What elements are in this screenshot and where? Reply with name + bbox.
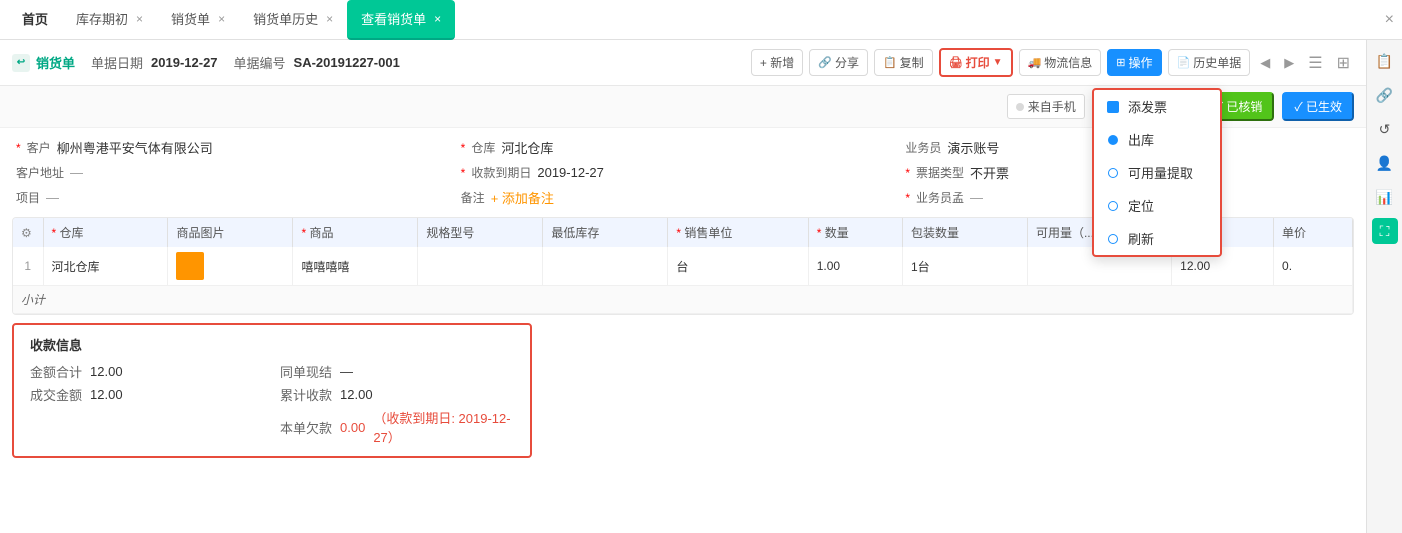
main-content: ↩ 销货单 单据日期 2019-12-27 单据编号 SA-20191227-0… [0,40,1402,533]
tab-bar: 首页 库存期初 × 销货单 × 销货单历史 × 查看销货单 × × [0,0,1402,40]
dropdown-refresh[interactable]: 刷新 [1094,222,1220,255]
add-button[interactable]: + 新增 [751,49,803,76]
refresh-icon [1106,232,1120,246]
close-window[interactable]: × [1385,11,1394,29]
col-quantity: * 数量 [808,218,902,247]
cumulative-row: 累计收款 12.00 [280,385,514,404]
row-no: 1 [13,247,43,286]
sidebar-icon-chart[interactable]: 📊 [1372,184,1398,210]
product-image-thumb [176,252,204,280]
payment-grid: 金额合计 12.00 同单现结 — 成交金额 12.00 累计收款 12.00 [30,362,514,446]
row-sales-unit: 台 [668,247,808,286]
share-button[interactable]: 🔗 分享 [809,49,868,76]
view-grid[interactable]: ☰ [1304,51,1326,75]
close-check-sales[interactable]: × [434,12,441,26]
nav-next[interactable]: ▶ [1280,53,1298,73]
phone-indicator [1016,103,1024,111]
view-list[interactable]: ⊞ [1333,51,1354,75]
col-gear: ⚙ [13,218,43,247]
col-warehouse: * 仓库 [43,218,168,247]
transaction-amount-row: 成交金额 12.00 [30,385,264,404]
tab-check-sales[interactable]: 查看销货单 × [347,0,455,40]
row-unit-price: 0. [1274,247,1353,286]
tab-inventory-init[interactable]: 库存期初 × [62,0,157,40]
tab-sales-order[interactable]: 销货单 × [157,0,239,40]
quantity-pickup-icon [1106,166,1120,180]
subtotal-label: 小计 [13,286,1353,314]
payment-date-field: * 收款到期日 2019-12-27 [461,164,906,181]
doc-date-meta: 单据日期 2019-12-27 [91,53,218,72]
customer-field: * 客户 柳州粤港平安气体有限公司 [16,138,461,157]
col-product: * 商品 [293,218,418,247]
notes-field: 备注 + 添加备注 [461,188,906,207]
same-order-row: 同单现结 — [280,362,514,381]
sidebar-icon-user[interactable]: 👤 [1372,150,1398,176]
sidebar-icon-expand[interactable]: ⛶ [1372,218,1398,244]
from-phone-button[interactable]: 来自手机 [1007,94,1085,119]
payment-info-box: 收款信息 金额合计 12.00 同单现结 — 成交金额 12.00 累计收款 1… [12,323,532,458]
sidebar-icon-link[interactable]: 🔗 [1372,82,1398,108]
address-field: 客户地址 — [16,164,461,181]
col-pack-qty: 包装数量 [902,218,1027,247]
close-sales-history[interactable]: × [326,12,333,26]
dropdown-quantity-pickup[interactable]: 可用量提取 [1094,156,1220,189]
logistics-button[interactable]: 🚚 物流信息 [1019,49,1102,76]
row-product-image [168,247,293,286]
sidebar-icon-refresh[interactable]: ↺ [1372,116,1398,142]
outbound-icon [1106,133,1120,147]
close-inventory-init[interactable]: × [136,12,143,26]
total-amount-row: 金额合计 12.00 [30,362,264,381]
col-unit-price: 单价 [1274,218,1353,247]
doc-number-meta: 单据编号 SA-20191227-001 [234,53,400,72]
doc-actions: + 新增 🔗 分享 📋 复制 🖨 打印 ▼ 🚚 物流信息 [751,48,1354,77]
print-button[interactable]: 🖨 打印 ▼ [939,48,1013,77]
copy-button[interactable]: 📋 复制 [874,49,933,76]
project-field: 项目 — [16,189,461,206]
row-min-stock [543,247,668,286]
subtotal-row: 小计 [13,286,1353,314]
row-quantity: 1.00 [808,247,902,286]
add-notes-button[interactable]: + 添加备注 [491,188,554,207]
add-invoice-icon [1106,100,1120,114]
close-sales-order[interactable]: × [218,12,225,26]
col-product-image: 商品图片 [168,218,293,247]
col-sales-unit: * 销售单位 [668,218,808,247]
already-effective-button[interactable]: ✓ 已生效 [1282,92,1354,121]
operate-button[interactable]: ⊞ 操作 [1107,49,1161,76]
locate-icon [1106,199,1120,213]
doc-header: ↩ 销货单 单据日期 2019-12-27 单据编号 SA-20191227-0… [0,40,1366,86]
warehouse-field: * 仓库 河北仓库 [461,138,906,157]
tab-home[interactable]: 首页 [8,0,62,40]
debt-note: （收款到期日: 2019-12-27） [373,408,514,446]
dropdown-add-invoice[interactable]: 添发票 [1094,90,1220,123]
dropdown-outbound[interactable]: 出库 [1094,123,1220,156]
current-debt-row: 本单欠款 0.00 （收款到期日: 2019-12-27） [280,408,514,446]
tab-sales-history[interactable]: 销货单历史 × [239,0,347,40]
col-min-stock: 最低库存 [543,218,668,247]
sidebar-icon-doc[interactable]: 📋 [1372,48,1398,74]
nav-prev[interactable]: ◀ [1256,53,1274,73]
row-pack-qty: 1台 [902,247,1027,286]
payment-title: 收款信息 [30,335,514,354]
right-sidebar: 📋 🔗 ↺ 👤 📊 ⛶ [1366,40,1402,533]
col-spec: 规格型号 [418,218,543,247]
row-spec [418,247,543,286]
doc-title: ↩ 销货单 [12,53,75,72]
dropdown-locate[interactable]: 定位 [1094,189,1220,222]
row-warehouse: 河北仓库 [43,247,168,286]
row-product: 嘻嘻嘻嘻 [293,247,418,286]
operation-dropdown: 添发票 出库 可用量提取 定位 刷新 [1092,88,1222,257]
doc-icon: ↩ [12,54,30,72]
history-button[interactable]: 📄 历史单据 [1168,49,1251,76]
